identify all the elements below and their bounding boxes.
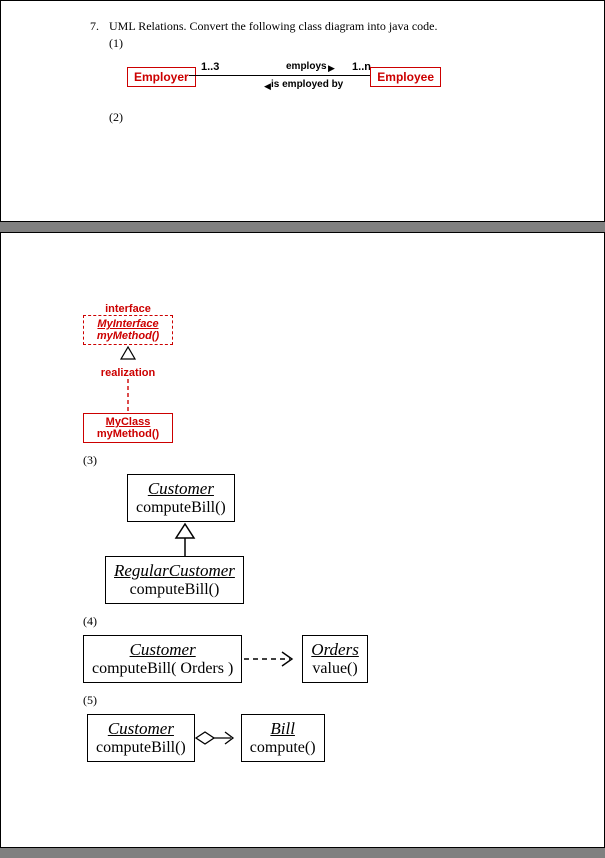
page-1-content: 7. UML Relations. Convert the following …	[1, 1, 604, 143]
diagram-4-dependency: Customer computeBill( Orders ) Orders va…	[83, 635, 534, 683]
part-4-label: (4)	[83, 614, 534, 629]
bill-method: compute()	[250, 739, 316, 757]
bill-name: Bill	[250, 719, 316, 739]
diagram-3-generalization: Customer computeBill() RegularCustomer c…	[105, 474, 534, 604]
interface-box: MyInterface myMethod()	[83, 315, 173, 345]
customer-method-4: computeBill( Orders )	[92, 660, 233, 678]
page-1: 7. UML Relations. Convert the following …	[0, 0, 605, 222]
orders-name: Orders	[311, 640, 359, 660]
question-text: UML Relations. Convert the following cla…	[109, 19, 437, 34]
multiplicity-right: 1..n	[352, 61, 371, 73]
bill-box: Bill compute()	[241, 714, 325, 762]
orders-box: Orders value()	[302, 635, 368, 683]
customer-name: Customer	[136, 479, 226, 499]
orders-method: value()	[311, 660, 359, 678]
question-number: 7.	[83, 19, 99, 34]
part-5-label: (5)	[83, 693, 534, 708]
customer-method-5: computeBill()	[96, 739, 186, 757]
customer-method: computeBill()	[136, 499, 226, 517]
class-box: MyClass myMethod()	[83, 413, 173, 443]
class-name: MyClass	[88, 416, 168, 428]
dependency-arrow-icon	[242, 647, 302, 671]
part-3-label: (3)	[83, 453, 534, 468]
question-line: 7. UML Relations. Convert the following …	[83, 19, 534, 34]
interface-method: myMethod()	[88, 330, 168, 342]
realization-triangle-icon	[118, 345, 138, 363]
customer-name-5: Customer	[96, 719, 186, 739]
part-1-label: (1)	[109, 36, 534, 51]
customer-box-5: Customer computeBill()	[87, 714, 195, 762]
customer-box-4: Customer computeBill( Orders )	[83, 635, 242, 683]
customer-box: Customer computeBill()	[127, 474, 235, 522]
regularcustomer-box: RegularCustomer computeBill()	[105, 556, 244, 604]
class-method: myMethod()	[88, 428, 168, 440]
generalization-arrow-icon	[173, 522, 197, 556]
aggregation-arrow-icon	[195, 726, 241, 750]
employee-box: Employee	[370, 67, 441, 87]
diagram-1-association: Employer 1..3 1..n employs ▶ ◀ is employ…	[111, 57, 441, 102]
part-2-label: (2)	[109, 110, 534, 125]
diagram-5-aggregation: Customer computeBill() Bill compute()	[87, 714, 534, 762]
customer-name-4: Customer	[92, 640, 233, 660]
regularcustomer-name: RegularCustomer	[114, 561, 235, 581]
multiplicity-left: 1..3	[201, 61, 219, 73]
association-line	[189, 75, 379, 76]
page-2: interface MyInterface myMethod() realiza…	[0, 232, 605, 848]
interface-name: MyInterface	[88, 318, 168, 330]
arrow-right-icon: ▶	[328, 63, 335, 74]
stereotype-interface: interface	[83, 303, 173, 315]
employer-box: Employer	[127, 67, 196, 87]
relation-top: employs	[286, 61, 327, 72]
realization-dashed-line	[118, 379, 138, 413]
diagram-2-realization: interface MyInterface myMethod() realiza…	[83, 303, 173, 443]
relation-bottom: is employed by	[271, 79, 343, 90]
regularcustomer-method: computeBill()	[114, 581, 235, 599]
arrow-left-icon: ◀	[264, 81, 271, 92]
realization-label: realization	[83, 367, 173, 379]
page-2-content: interface MyInterface myMethod() realiza…	[1, 233, 604, 780]
page-gap	[0, 222, 605, 232]
